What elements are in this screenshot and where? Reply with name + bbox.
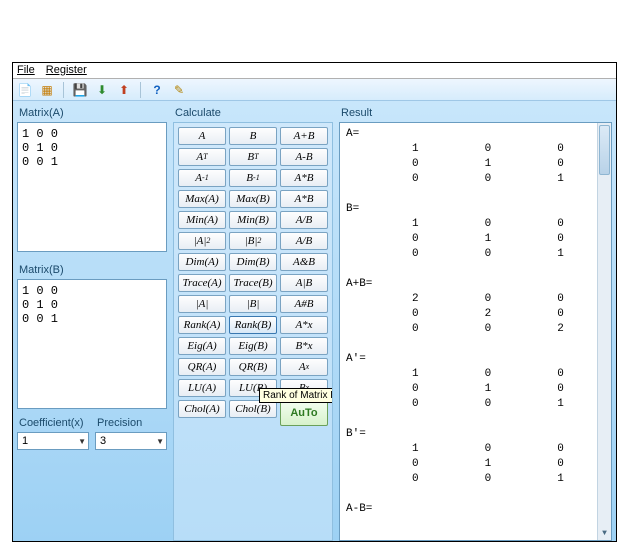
btn-rank-a[interactable]: Rank(A) xyxy=(178,316,226,334)
btn-det-b[interactable]: |B| xyxy=(229,295,277,313)
result-column: Result A= 1 0 0 0 1 0 0 0 1 B= 1 0 0 0 1… xyxy=(339,105,612,541)
btn-a-mul-b2[interactable]: A*B xyxy=(280,190,328,208)
left-column: Matrix(A) 1 0 0 0 1 0 0 0 1 Matrix(B) 1 … xyxy=(17,105,167,541)
btn-a-minus-b[interactable]: A-B xyxy=(280,148,328,166)
btn-a-pow-x[interactable]: Ax xyxy=(280,358,328,376)
btn-min-b[interactable]: Min(B) xyxy=(229,211,277,229)
result-text: A= 1 0 0 0 1 0 0 0 1 B= 1 0 0 0 1 0 0 0 xyxy=(346,128,564,515)
calculate-column: Calculate ABA+B ATBTA-B A-1B-1A*B Max(A)… xyxy=(173,105,333,541)
result-output[interactable]: A= 1 0 0 0 1 0 0 0 1 B= 1 0 0 0 1 0 0 0 xyxy=(339,122,612,541)
coeff-precision-row: Coefficient(x) 1 ▼ Precision 3 ▼ xyxy=(17,415,167,450)
btn-qr-b[interactable]: QR(B) xyxy=(229,358,277,376)
btn-det-a[interactable]: |A| xyxy=(178,295,226,313)
separator xyxy=(140,82,141,98)
result-scrollbar[interactable]: ▲ ▼ xyxy=(597,123,611,540)
btn-b[interactable]: B xyxy=(229,127,277,145)
btn-dim-a[interactable]: Dim(A) xyxy=(178,253,226,271)
matrix-b-input[interactable]: 1 0 0 0 1 0 0 0 1 xyxy=(17,279,167,409)
btn-a-times-x[interactable]: A*x xyxy=(280,316,328,334)
btn-a-inverse[interactable]: A-1 xyxy=(178,169,226,187)
separator xyxy=(63,82,64,98)
btn-a-plus-b[interactable]: A+B xyxy=(280,127,328,145)
export-icon[interactable]: ⬆ xyxy=(116,82,132,98)
btn-max-a[interactable]: Max(A) xyxy=(178,190,226,208)
precision-combo[interactable]: 3 ▼ xyxy=(95,432,167,450)
btn-a-div-b2[interactable]: A/B xyxy=(280,232,328,250)
app-window: File Register 📄 ▦ 💾 ⬇ ⬆ ? ✎ Matrix(A) 1 … xyxy=(12,62,617,542)
btn-eig-b[interactable]: Eig(B) xyxy=(229,337,277,355)
save-icon[interactable]: 💾 xyxy=(72,82,88,98)
help-icon[interactable]: ? xyxy=(149,82,165,98)
chevron-down-icon: ▼ xyxy=(78,437,86,446)
btn-lu-a[interactable]: LU(A) xyxy=(178,379,226,397)
client-area: Matrix(A) 1 0 0 0 1 0 0 0 1 Matrix(B) 1 … xyxy=(13,101,616,541)
btn-rank-b[interactable]: Rank(B) xyxy=(229,316,277,334)
import-icon[interactable]: ⬇ xyxy=(94,82,110,98)
btn-eig-a[interactable]: Eig(A) xyxy=(178,337,226,355)
btn-a-div-b[interactable]: A/B xyxy=(280,211,328,229)
btn-trace-a[interactable]: Trace(A) xyxy=(178,274,226,292)
btn-norm-a[interactable]: |A|2 xyxy=(178,232,226,250)
coefficient-combo[interactable]: 1 ▼ xyxy=(17,432,89,450)
btn-b-times-x[interactable]: B*x xyxy=(280,337,328,355)
btn-a-times-b[interactable]: A*B xyxy=(280,169,328,187)
btn-norm-b[interactable]: |B|2 xyxy=(229,232,277,250)
menu-bar: File Register xyxy=(13,63,616,79)
matrix-b-label: Matrix(B) xyxy=(17,262,167,279)
btn-dim-b[interactable]: Dim(B) xyxy=(229,253,277,271)
scroll-thumb[interactable] xyxy=(599,125,610,175)
menu-register[interactable]: Register xyxy=(46,64,87,76)
btn-qr-a[interactable]: QR(A) xyxy=(178,358,226,376)
calculate-label: Calculate xyxy=(173,105,333,122)
matrix-a-label: Matrix(A) xyxy=(17,105,167,122)
btn-min-a[interactable]: Min(A) xyxy=(178,211,226,229)
coefficient-label: Coefficient(x) xyxy=(17,415,89,432)
scroll-down-icon[interactable]: ▼ xyxy=(598,526,611,540)
btn-chol-a[interactable]: Chol(A) xyxy=(178,400,226,418)
btn-trace-b[interactable]: Trace(B) xyxy=(229,274,277,292)
calculate-panel: ABA+B ATBTA-B A-1B-1A*B Max(A)Max(B)A*B … xyxy=(173,122,333,541)
matrix-a-input[interactable]: 1 0 0 0 1 0 0 0 1 xyxy=(17,122,167,252)
btn-auto[interactable]: AuTo xyxy=(280,400,328,426)
btn-b-inverse[interactable]: B-1 xyxy=(229,169,277,187)
btn-max-b[interactable]: Max(B) xyxy=(229,190,277,208)
btn-a-transpose[interactable]: AT xyxy=(178,148,226,166)
new-icon[interactable]: 📄 xyxy=(17,82,33,98)
result-label: Result xyxy=(339,105,612,122)
btn-a-or-b[interactable]: A|B xyxy=(280,274,328,292)
btn-a-and-b[interactable]: A&B xyxy=(280,253,328,271)
btn-a-hash-b[interactable]: A#B xyxy=(280,295,328,313)
btn-b-transpose[interactable]: BT xyxy=(229,148,277,166)
precision-value: 3 xyxy=(100,435,106,447)
precision-label: Precision xyxy=(95,415,167,432)
coefficient-value: 1 xyxy=(22,435,28,447)
chevron-down-icon: ▼ xyxy=(156,437,164,446)
info-icon[interactable]: ✎ xyxy=(171,82,187,98)
tooltip-rank-b: Rank of Matrix B xyxy=(259,388,333,403)
grid-icon[interactable]: ▦ xyxy=(39,82,55,98)
menu-file[interactable]: File xyxy=(17,64,35,76)
toolbar: 📄 ▦ 💾 ⬇ ⬆ ? ✎ xyxy=(13,79,616,101)
btn-a[interactable]: A xyxy=(178,127,226,145)
